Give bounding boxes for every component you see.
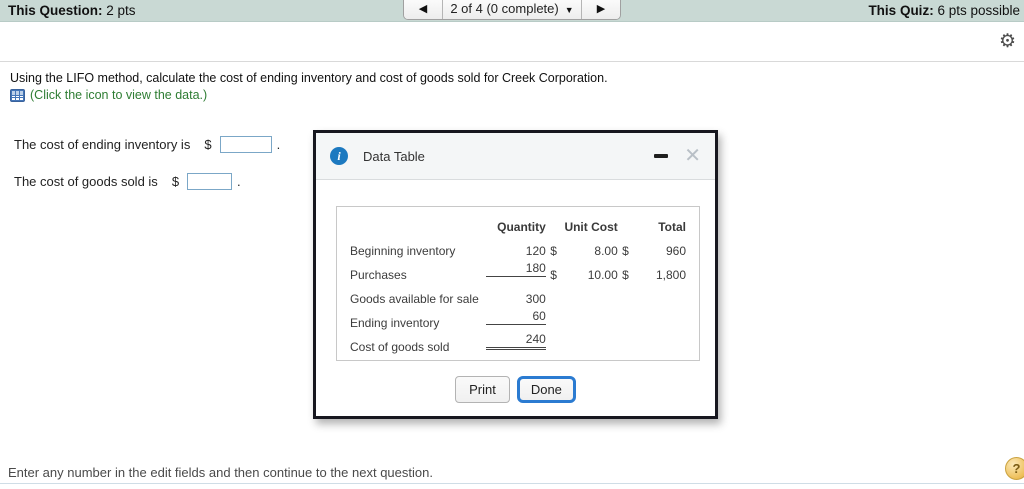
table-row: Purchases 180 $ 10.00 $ 1,800 <box>350 261 686 282</box>
cogs-input[interactable] <box>187 173 233 190</box>
modal-buttons: Print Done <box>316 376 715 403</box>
quiz-page: This Question: 2 pts ◀ 2 of 4 (0 complet… <box>0 0 1024 489</box>
sentence-period: . <box>237 174 241 189</box>
prev-arrow-icon: ◀ <box>418 3 428 15</box>
col-header-unit-cost: Unit Cost <box>564 220 618 234</box>
question-position-text: 2 of 4 (0 complete) <box>450 1 559 16</box>
table-row: Beginning inventory 120 $ 8.00 $ 960 <box>350 244 686 258</box>
print-button[interactable]: Print <box>455 376 510 403</box>
table-row: Goods available for sale 300 <box>350 292 546 306</box>
col-header-quantity: Quantity <box>497 220 546 234</box>
settings-button[interactable]: ⚙ <box>999 31 1016 53</box>
inventory-table: Quantity Unit Cost Total Beginning inven… <box>350 215 686 359</box>
question-points-label: This Question: <box>8 3 103 18</box>
data-table-icon[interactable] <box>10 88 25 102</box>
cogs-label: The cost of goods sold is <box>14 174 158 189</box>
dollar-sign: $ <box>204 137 212 152</box>
footer-divider <box>0 483 1024 484</box>
modal-title: Data Table <box>363 148 425 164</box>
close-button[interactable]: ✕ <box>684 145 701 167</box>
cogs-answer-row: The cost of goods sold is $ . <box>14 173 241 190</box>
footer-instruction: Enter any number in the edit fields and … <box>8 465 433 480</box>
done-button[interactable]: Done <box>516 376 576 403</box>
prev-question-button[interactable]: ◀ <box>404 0 442 19</box>
table-row: Cost of goods sold 240 <box>350 332 546 354</box>
data-link-text: (Click the icon to view the data.) <box>30 88 208 102</box>
ending-inventory-label: The cost of ending inventory is <box>14 137 191 152</box>
quiz-points-value: 6 pts possible <box>933 3 1020 18</box>
help-icon: ? <box>1012 461 1021 476</box>
modal-header: i Data Table ✕ <box>316 133 715 180</box>
col-header-total: Total <box>658 220 686 234</box>
info-icon: i <box>330 147 348 165</box>
question-text: Using the LIFO method, calculate the cos… <box>10 71 608 85</box>
question-points-value: 2 pts <box>102 3 136 18</box>
data-table-modal: i Data Table ✕ Quantity Unit Cost Total … <box>313 130 718 419</box>
next-arrow-icon: ▶ <box>596 3 606 15</box>
next-question-button[interactable]: ▶ <box>582 0 620 19</box>
minimize-button[interactable] <box>654 154 669 158</box>
chevron-down-icon: ▼ <box>564 5 574 15</box>
data-link-row: (Click the icon to view the data.) <box>10 88 207 102</box>
question-header-bar: This Question: 2 pts ◀ 2 of 4 (0 complet… <box>0 0 1024 22</box>
sentence-period: . <box>276 137 281 152</box>
close-icon: ✕ <box>684 145 701 167</box>
question-position-dropdown[interactable]: 2 of 4 (0 complete) ▼ <box>442 0 582 19</box>
ending-inventory-answer-row: The cost of ending inventory is $ . <box>14 136 280 153</box>
gear-icon: ⚙ <box>998 31 1016 52</box>
question-points: This Question: 2 pts <box>8 3 136 18</box>
dollar-sign: $ <box>171 174 180 189</box>
data-table-panel: Quantity Unit Cost Total Beginning inven… <box>336 206 700 361</box>
quiz-points: This Quiz: 6 pts possible <box>868 3 1020 18</box>
help-button[interactable]: ? <box>1005 457 1024 480</box>
ending-inventory-input[interactable] <box>219 136 272 153</box>
quiz-points-label: This Quiz: <box>868 3 934 18</box>
table-header-row: Quantity Unit Cost Total <box>350 215 686 239</box>
toolbar-row: ⚙ <box>0 23 1024 62</box>
question-navigation: ◀ 2 of 4 (0 complete) ▼ ▶ <box>403 0 621 20</box>
